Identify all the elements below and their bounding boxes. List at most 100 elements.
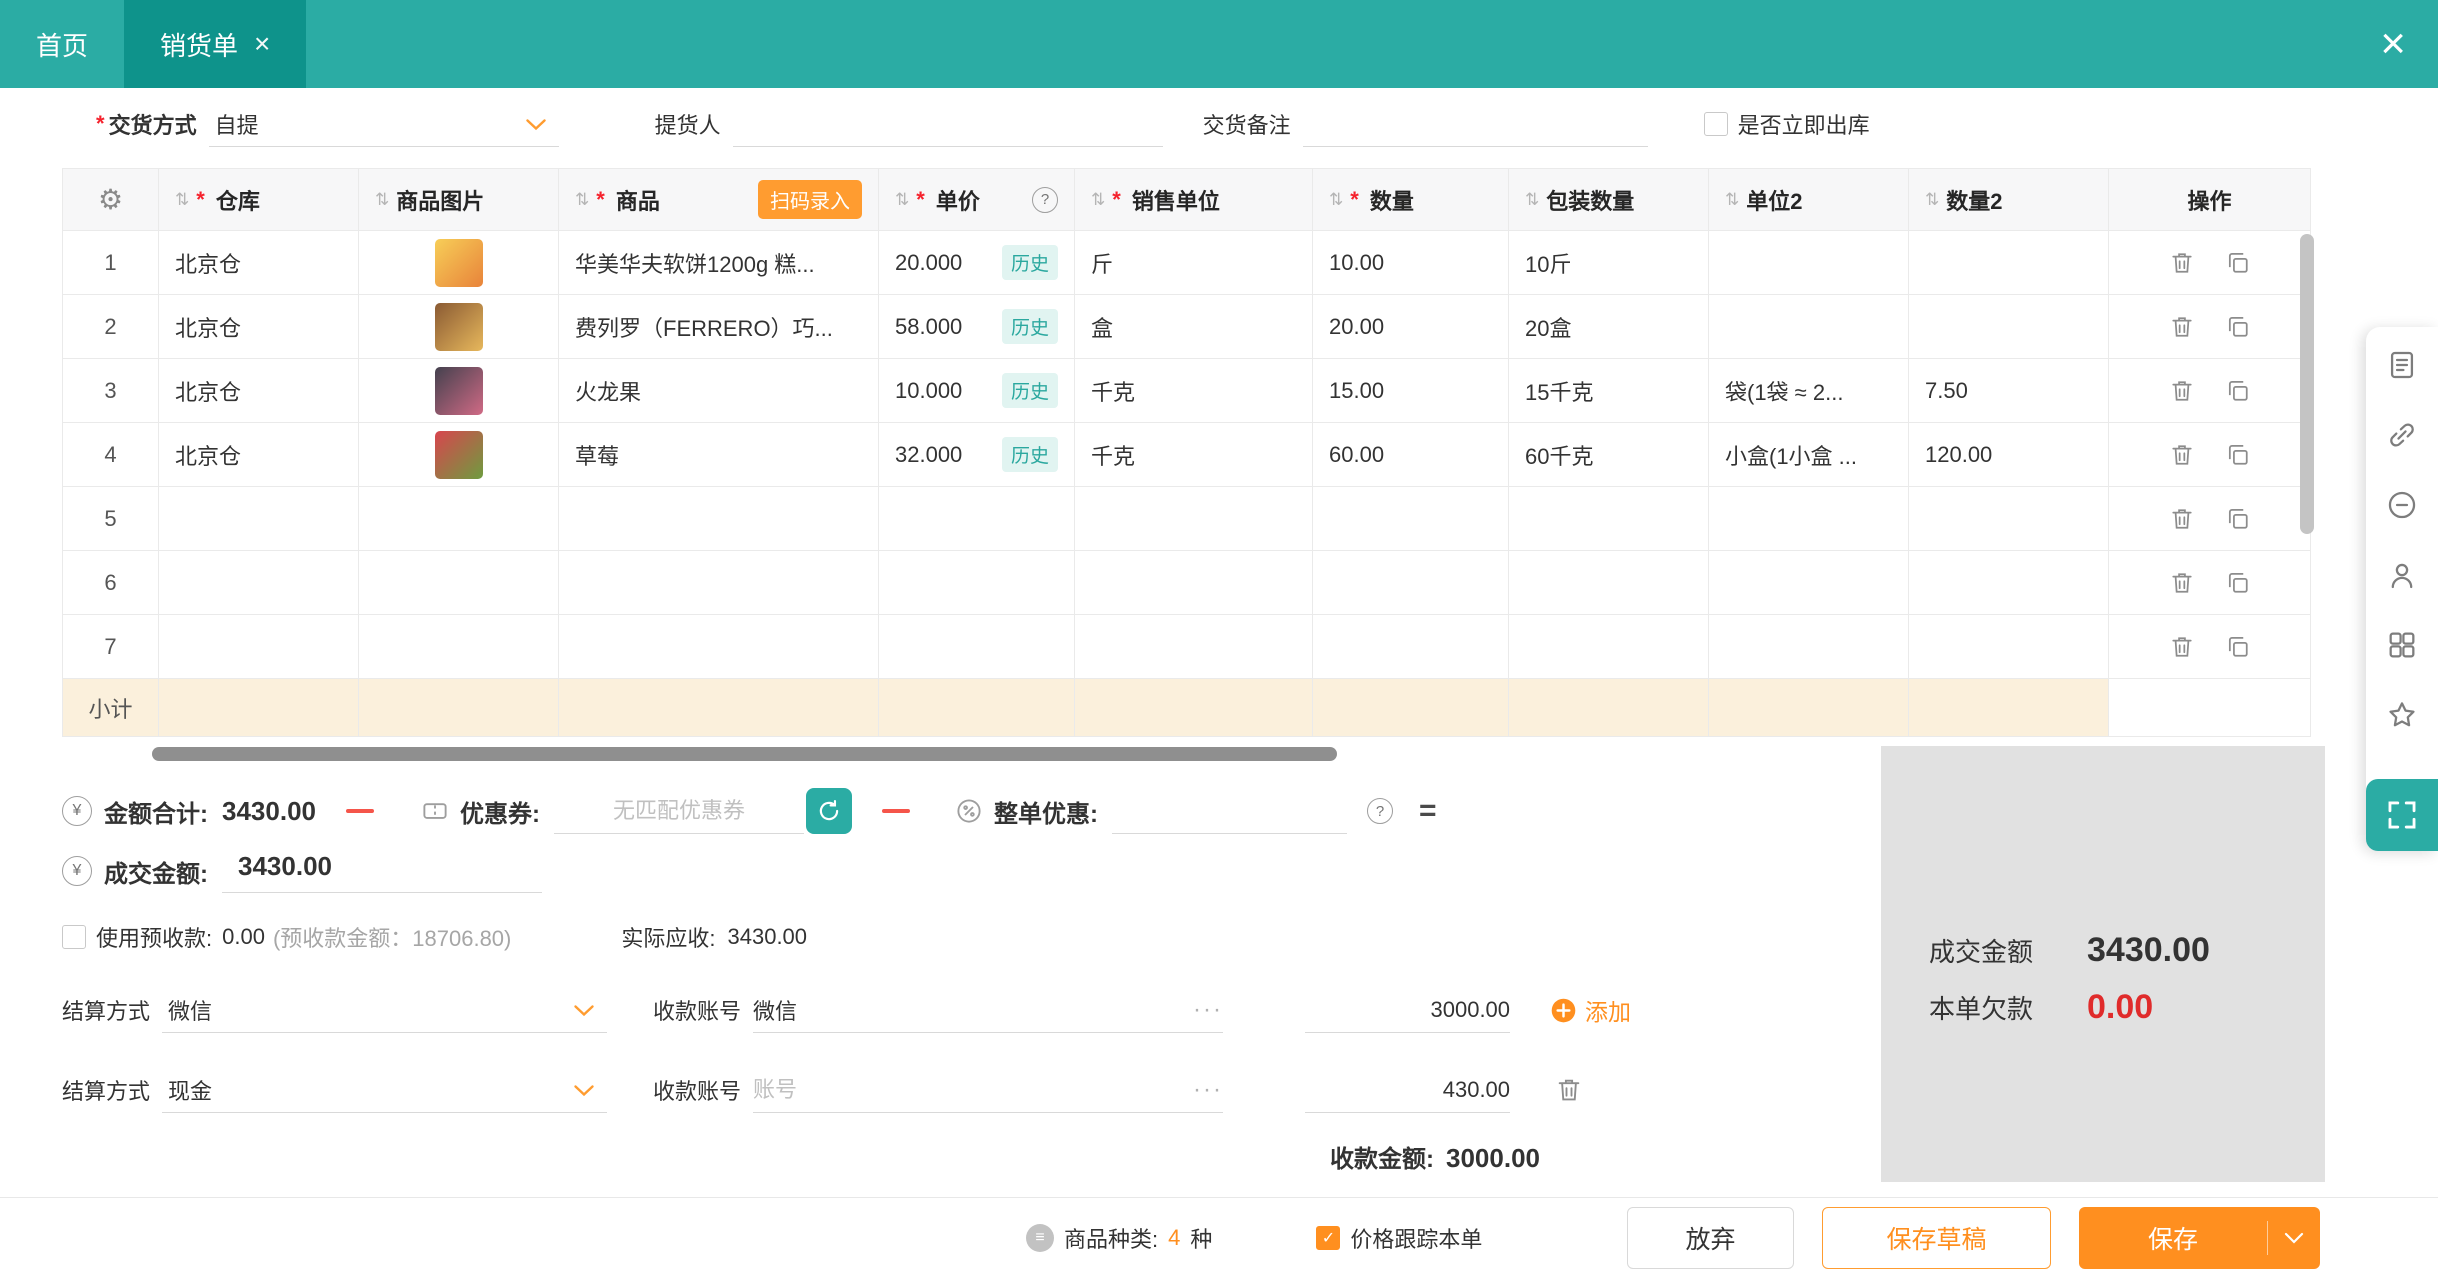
warehouse-cell[interactable] bbox=[158, 614, 359, 679]
unit-cell[interactable]: 千克 bbox=[1074, 358, 1313, 423]
unit2-cell[interactable] bbox=[1708, 294, 1909, 359]
pack-qty-cell[interactable]: 15千克 bbox=[1508, 358, 1709, 423]
qty2-cell[interactable] bbox=[1908, 294, 2109, 359]
unit2-cell[interactable]: 小盒(1小盒 ... bbox=[1708, 422, 1909, 487]
price-cell[interactable] bbox=[878, 614, 1075, 679]
qty-cell[interactable] bbox=[1312, 550, 1509, 615]
delete-row-icon[interactable] bbox=[2168, 249, 2196, 277]
account-more-icon[interactable]: ··· bbox=[1185, 1076, 1223, 1104]
copy-row-icon[interactable] bbox=[2224, 633, 2252, 661]
receive-account-input[interactable] bbox=[753, 988, 1186, 1031]
discount-help-icon[interactable]: ? bbox=[1366, 798, 1393, 824]
qty2-cell[interactable]: 120.00 bbox=[1908, 422, 2109, 487]
qty2-cell[interactable] bbox=[1908, 614, 2109, 679]
pack-qty-cell[interactable]: 60千克 bbox=[1508, 422, 1709, 487]
sort-icon[interactable]: ⇅ bbox=[1329, 190, 1343, 210]
delete-row-icon[interactable] bbox=[2168, 569, 2196, 597]
unit2-cell[interactable] bbox=[1708, 230, 1909, 295]
price-cell[interactable] bbox=[878, 550, 1075, 615]
warehouse-cell[interactable]: 北京仓 bbox=[158, 294, 359, 359]
delete-payment-icon[interactable] bbox=[1554, 1075, 1584, 1105]
star-icon[interactable] bbox=[2382, 695, 2422, 735]
copy-row-icon[interactable] bbox=[2224, 313, 2252, 341]
equals-icon[interactable]: = bbox=[1419, 794, 1437, 828]
sort-icon[interactable]: ⇅ bbox=[175, 190, 189, 210]
pack-qty-cell[interactable]: 10斤 bbox=[1508, 230, 1709, 295]
payment-amount-input[interactable] bbox=[1305, 988, 1511, 1031]
sort-icon[interactable]: ⇅ bbox=[375, 190, 389, 210]
add-payment-button[interactable]: 添加 bbox=[1550, 993, 1631, 1027]
pack-qty-cell[interactable] bbox=[1508, 486, 1709, 551]
history-badge[interactable]: 历史 bbox=[1001, 437, 1058, 472]
document-icon[interactable] bbox=[2382, 345, 2422, 385]
product-image[interactable] bbox=[434, 302, 483, 351]
history-badge[interactable]: 历史 bbox=[1001, 309, 1058, 344]
unit-cell[interactable]: 盒 bbox=[1074, 294, 1313, 359]
product-cell[interactable]: 费列罗（FERRERO）巧... bbox=[558, 294, 879, 359]
contact-icon[interactable] bbox=[2382, 555, 2422, 595]
save-draft-button[interactable]: 保存草稿 bbox=[1822, 1207, 2051, 1269]
price-cell[interactable] bbox=[878, 486, 1075, 551]
consignee-input[interactable] bbox=[732, 102, 1163, 145]
refresh-coupon-button[interactable] bbox=[805, 788, 852, 834]
unit-cell[interactable]: 千克 bbox=[1074, 422, 1313, 487]
unit-cell[interactable] bbox=[1074, 614, 1313, 679]
payment-amount-input[interactable] bbox=[1305, 1068, 1511, 1111]
price-track-checkbox[interactable]: ✓ bbox=[1316, 1226, 1341, 1250]
unit2-cell[interactable] bbox=[1708, 614, 1909, 679]
delivery-method-select[interactable]: 自提 bbox=[208, 101, 559, 147]
use-prepay-checkbox[interactable] bbox=[62, 925, 86, 949]
product-image[interactable] bbox=[434, 238, 483, 287]
immediate-outbound-checkbox[interactable] bbox=[1703, 112, 1728, 136]
warehouse-cell[interactable]: 北京仓 bbox=[158, 358, 359, 423]
table-vertical-scrollbar[interactable] bbox=[2300, 234, 2314, 534]
qty2-cell[interactable]: 7.50 bbox=[1908, 358, 2109, 423]
history-badge[interactable]: 历史 bbox=[1001, 373, 1058, 408]
product-cell[interactable]: 火龙果 bbox=[558, 358, 879, 423]
qty-cell[interactable]: 20.00 bbox=[1312, 294, 1509, 359]
settle-method-select[interactable]: 现金 bbox=[162, 1067, 608, 1113]
receive-account-input[interactable] bbox=[753, 1068, 1186, 1111]
apps-grid-icon[interactable] bbox=[2382, 625, 2422, 665]
table-horizontal-scrollbar[interactable] bbox=[152, 747, 1337, 761]
delivery-note-input[interactable] bbox=[1302, 102, 1648, 145]
qty-cell[interactable]: 60.00 bbox=[1312, 422, 1509, 487]
scan-entry-button[interactable]: 扫码录入 bbox=[758, 180, 862, 219]
fullscreen-button[interactable] bbox=[2366, 779, 2438, 851]
product-image[interactable] bbox=[434, 366, 483, 415]
qty-cell[interactable] bbox=[1312, 486, 1509, 551]
delete-row-icon[interactable] bbox=[2168, 377, 2196, 405]
product-cell[interactable] bbox=[558, 486, 879, 551]
qty-cell[interactable] bbox=[1312, 614, 1509, 679]
sort-icon[interactable]: ⇅ bbox=[1091, 190, 1105, 210]
delete-row-icon[interactable] bbox=[2168, 441, 2196, 469]
pack-qty-cell[interactable] bbox=[1508, 550, 1709, 615]
copy-row-icon[interactable] bbox=[2224, 505, 2252, 533]
warehouse-cell[interactable]: 北京仓 bbox=[158, 230, 359, 295]
delete-row-icon[interactable] bbox=[2168, 505, 2196, 533]
delete-row-icon[interactable] bbox=[2168, 313, 2196, 341]
tab-close-icon[interactable]: × bbox=[254, 30, 270, 58]
unit2-cell[interactable] bbox=[1708, 550, 1909, 615]
account-more-icon[interactable]: ··· bbox=[1185, 996, 1223, 1024]
sort-icon[interactable]: ⇅ bbox=[575, 190, 589, 210]
copy-row-icon[interactable] bbox=[2224, 569, 2252, 597]
abandon-button[interactable]: 放弃 bbox=[1627, 1207, 1794, 1269]
save-button[interactable]: 保存 bbox=[2079, 1207, 2320, 1269]
coupon-input[interactable] bbox=[553, 789, 804, 832]
qty2-cell[interactable] bbox=[1908, 486, 2109, 551]
warehouse-cell[interactable] bbox=[158, 550, 359, 615]
qty2-cell[interactable] bbox=[1908, 230, 2109, 295]
qty-cell[interactable]: 15.00 bbox=[1312, 358, 1509, 423]
copy-row-icon[interactable] bbox=[2224, 441, 2252, 469]
qty-cell[interactable]: 10.00 bbox=[1312, 230, 1509, 295]
link-icon[interactable] bbox=[2382, 415, 2422, 455]
unit-cell[interactable] bbox=[1074, 486, 1313, 551]
column-settings-icon[interactable]: ⚙ bbox=[98, 184, 123, 215]
warehouse-cell[interactable] bbox=[158, 486, 359, 551]
copy-row-icon[interactable] bbox=[2224, 377, 2252, 405]
product-cell[interactable] bbox=[558, 550, 879, 615]
unit2-cell[interactable] bbox=[1708, 486, 1909, 551]
unit2-cell[interactable]: 袋(1袋 ≈ 2... bbox=[1708, 358, 1909, 423]
history-badge[interactable]: 历史 bbox=[1001, 245, 1058, 280]
